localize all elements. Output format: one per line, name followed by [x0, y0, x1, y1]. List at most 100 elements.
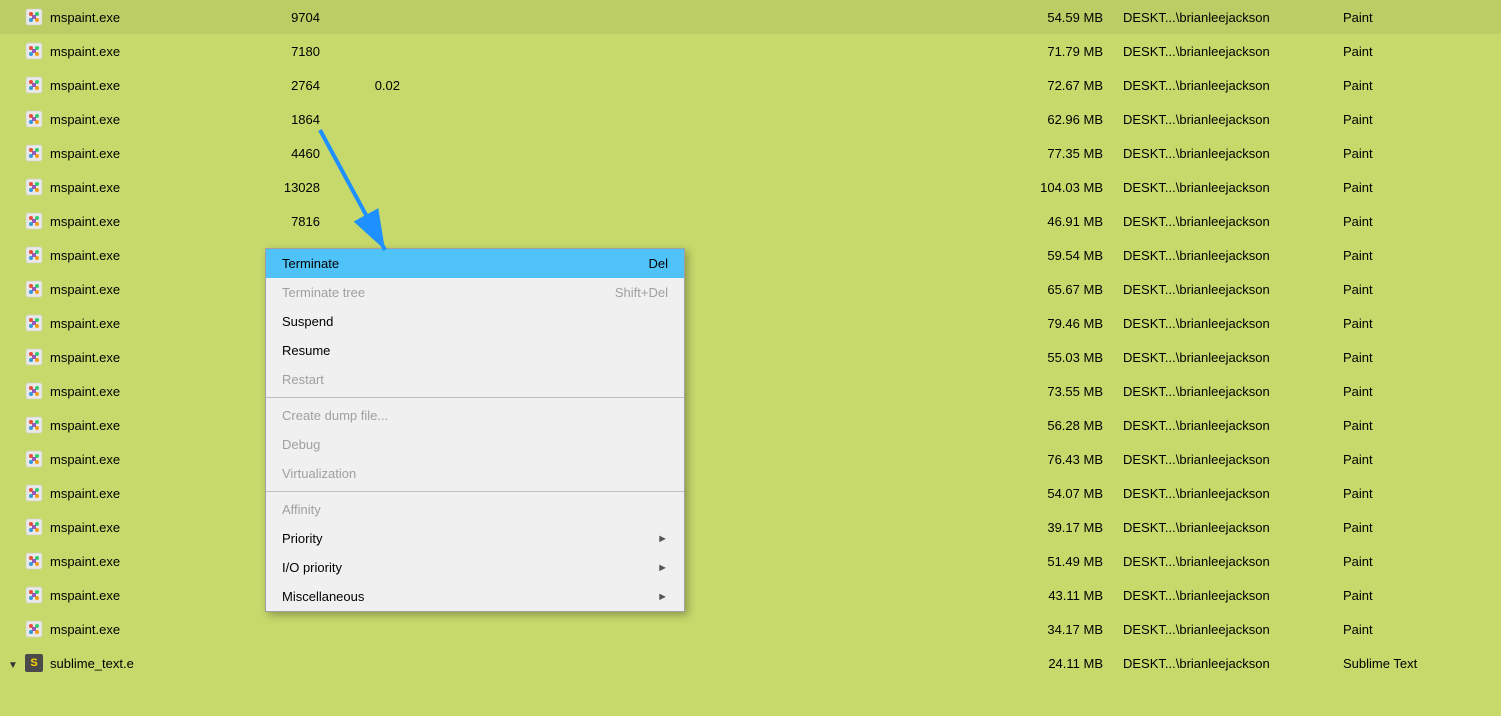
process-name: mspaint.exe [50, 350, 250, 365]
expand-icon[interactable]: ▼ [8, 660, 18, 671]
menu-item-terminate[interactable]: Terminate Del [266, 249, 684, 278]
table-row[interactable]: mspaint.exe 7816 46.91 MB DESKT...\brian… [0, 204, 1501, 238]
process-icon [24, 415, 44, 435]
process-user: DESKT...\brianleejackson [1123, 248, 1343, 263]
menu-label-debug: Debug [282, 437, 320, 452]
process-icon [24, 41, 44, 61]
menu-label-suspend: Suspend [282, 314, 333, 329]
table-row[interactable]: mspaint.exe 9704 54.59 MB DESKT...\brian… [0, 0, 1501, 34]
process-user: DESKT...\brianleejackson [1123, 384, 1343, 399]
table-row[interactable]: mspaint.exe 34.17 MB DESKT...\brianleeja… [0, 612, 1501, 646]
process-icon: S [24, 653, 44, 673]
table-row[interactable]: ▼ S sublime_text.e 24.11 MB DESKT...\bri… [0, 646, 1501, 680]
table-row[interactable]: mspaint.exe 43.11 MB DESKT...\brianleeja… [0, 578, 1501, 612]
process-memory: 65.67 MB [1003, 282, 1123, 297]
table-row[interactable]: mspaint.exe 55.03 MB DESKT...\brianleeja… [0, 340, 1501, 374]
table-row[interactable]: mspaint.exe 2764 0.02 72.67 MB DESKT...\… [0, 68, 1501, 102]
process-user: DESKT...\brianleejackson [1123, 316, 1343, 331]
table-row[interactable]: mspaint.exe 54.07 MB DESKT...\brianleeja… [0, 476, 1501, 510]
table-row[interactable]: mspaint.exe 51.49 MB DESKT...\brianleeja… [0, 544, 1501, 578]
table-row[interactable]: mspaint.exe 65.67 MB DESKT...\brianleeja… [0, 272, 1501, 306]
table-row[interactable]: mspaint.exe 4460 77.35 MB DESKT...\brian… [0, 136, 1501, 170]
process-memory: 56.28 MB [1003, 418, 1123, 433]
process-memory: 34.17 MB [1003, 622, 1123, 637]
menu-label-virtualization: Virtualization [282, 466, 356, 481]
menu-item-miscellaneous[interactable]: Miscellaneous ► [266, 582, 684, 611]
process-desc: Paint [1343, 78, 1493, 93]
separator-2 [266, 491, 684, 492]
process-user: DESKT...\brianleejackson [1123, 78, 1343, 93]
process-name: mspaint.exe [50, 214, 250, 229]
table-row[interactable]: mspaint.exe 56.28 MB DESKT...\brianleeja… [0, 408, 1501, 442]
process-name: sublime_text.e [50, 656, 250, 671]
process-icon [24, 313, 44, 333]
process-pid: 4460 [250, 146, 350, 161]
process-desc: Paint [1343, 248, 1493, 263]
menu-item-create-dump[interactable]: Create dump file... [266, 401, 684, 430]
process-desc: Paint [1343, 418, 1493, 433]
process-desc: Paint [1343, 112, 1493, 127]
process-memory: 51.49 MB [1003, 554, 1123, 569]
menu-label-create-dump: Create dump file... [282, 408, 388, 423]
process-name: mspaint.exe [50, 418, 250, 433]
process-pid: 1864 [250, 112, 350, 127]
menu-item-terminate-tree[interactable]: Terminate tree Shift+Del [266, 278, 684, 307]
menu-label-io-priority: I/O priority [282, 560, 342, 575]
menu-item-restart[interactable]: Restart [266, 365, 684, 394]
process-memory: 54.59 MB [1003, 10, 1123, 25]
process-user: DESKT...\brianleejackson [1123, 350, 1343, 365]
process-user: DESKT...\brianleejackson [1123, 486, 1343, 501]
process-icon [24, 7, 44, 27]
process-icon [24, 75, 44, 95]
process-pid: 7816 [250, 214, 350, 229]
table-row[interactable]: mspaint.exe 7180 71.79 MB DESKT...\brian… [0, 34, 1501, 68]
process-user: DESKT...\brianleejackson [1123, 44, 1343, 59]
process-icon [24, 143, 44, 163]
process-desc: Paint [1343, 554, 1493, 569]
process-memory: 76.43 MB [1003, 452, 1123, 467]
process-desc: Paint [1343, 452, 1493, 467]
process-user: DESKT...\brianleejackson [1123, 112, 1343, 127]
table-row[interactable]: mspaint.exe 13028 104.03 MB DESKT...\bri… [0, 170, 1501, 204]
process-desc: Paint [1343, 350, 1493, 365]
shortcut-terminate-tree: Shift+Del [615, 285, 668, 300]
table-row[interactable]: mspaint.exe 79.46 MB DESKT...\brianleeja… [0, 306, 1501, 340]
table-row[interactable]: mspaint.exe 1864 62.96 MB DESKT...\brian… [0, 102, 1501, 136]
process-memory: 72.67 MB [1003, 78, 1123, 93]
menu-label-miscellaneous: Miscellaneous [282, 589, 364, 604]
menu-item-debug[interactable]: Debug [266, 430, 684, 459]
menu-item-virtualization[interactable]: Virtualization [266, 459, 684, 488]
process-memory: 62.96 MB [1003, 112, 1123, 127]
table-row[interactable]: mspaint.exe 73.55 MB DESKT...\brianleeja… [0, 374, 1501, 408]
process-desc: Paint [1343, 384, 1493, 399]
process-icon [24, 245, 44, 265]
process-desc: Paint [1343, 622, 1493, 637]
menu-item-io-priority[interactable]: I/O priority ► [266, 553, 684, 582]
process-memory: 43.11 MB [1003, 588, 1123, 603]
process-desc: Paint [1343, 180, 1493, 195]
process-user: DESKT...\brianleejackson [1123, 588, 1343, 603]
menu-item-suspend[interactable]: Suspend [266, 307, 684, 336]
process-desc: Paint [1343, 282, 1493, 297]
menu-item-affinity[interactable]: Affinity [266, 495, 684, 524]
process-icon [24, 483, 44, 503]
process-user: DESKT...\brianleejackson [1123, 452, 1343, 467]
process-icon [24, 517, 44, 537]
shortcut-terminate: Del [648, 256, 668, 271]
priority-arrow-icon: ► [657, 533, 668, 545]
process-user: DESKT...\brianleejackson [1123, 10, 1343, 25]
process-name: mspaint.exe [50, 282, 250, 297]
process-name: mspaint.exe [50, 622, 250, 637]
process-user: DESKT...\brianleejackson [1123, 146, 1343, 161]
process-icon [24, 585, 44, 605]
process-user: DESKT...\brianleejackson [1123, 214, 1343, 229]
table-row[interactable]: mspaint.exe 59.54 MB DESKT...\brianleeja… [0, 238, 1501, 272]
process-desc: Paint [1343, 10, 1493, 25]
process-icon [24, 551, 44, 571]
menu-item-priority[interactable]: Priority ► [266, 524, 684, 553]
menu-item-resume[interactable]: Resume [266, 336, 684, 365]
table-row[interactable]: mspaint.exe 76.43 MB DESKT...\brianleeja… [0, 442, 1501, 476]
menu-label-terminate: Terminate [282, 256, 339, 271]
process-name: mspaint.exe [50, 554, 250, 569]
table-row[interactable]: mspaint.exe 39.17 MB DESKT...\brianleeja… [0, 510, 1501, 544]
